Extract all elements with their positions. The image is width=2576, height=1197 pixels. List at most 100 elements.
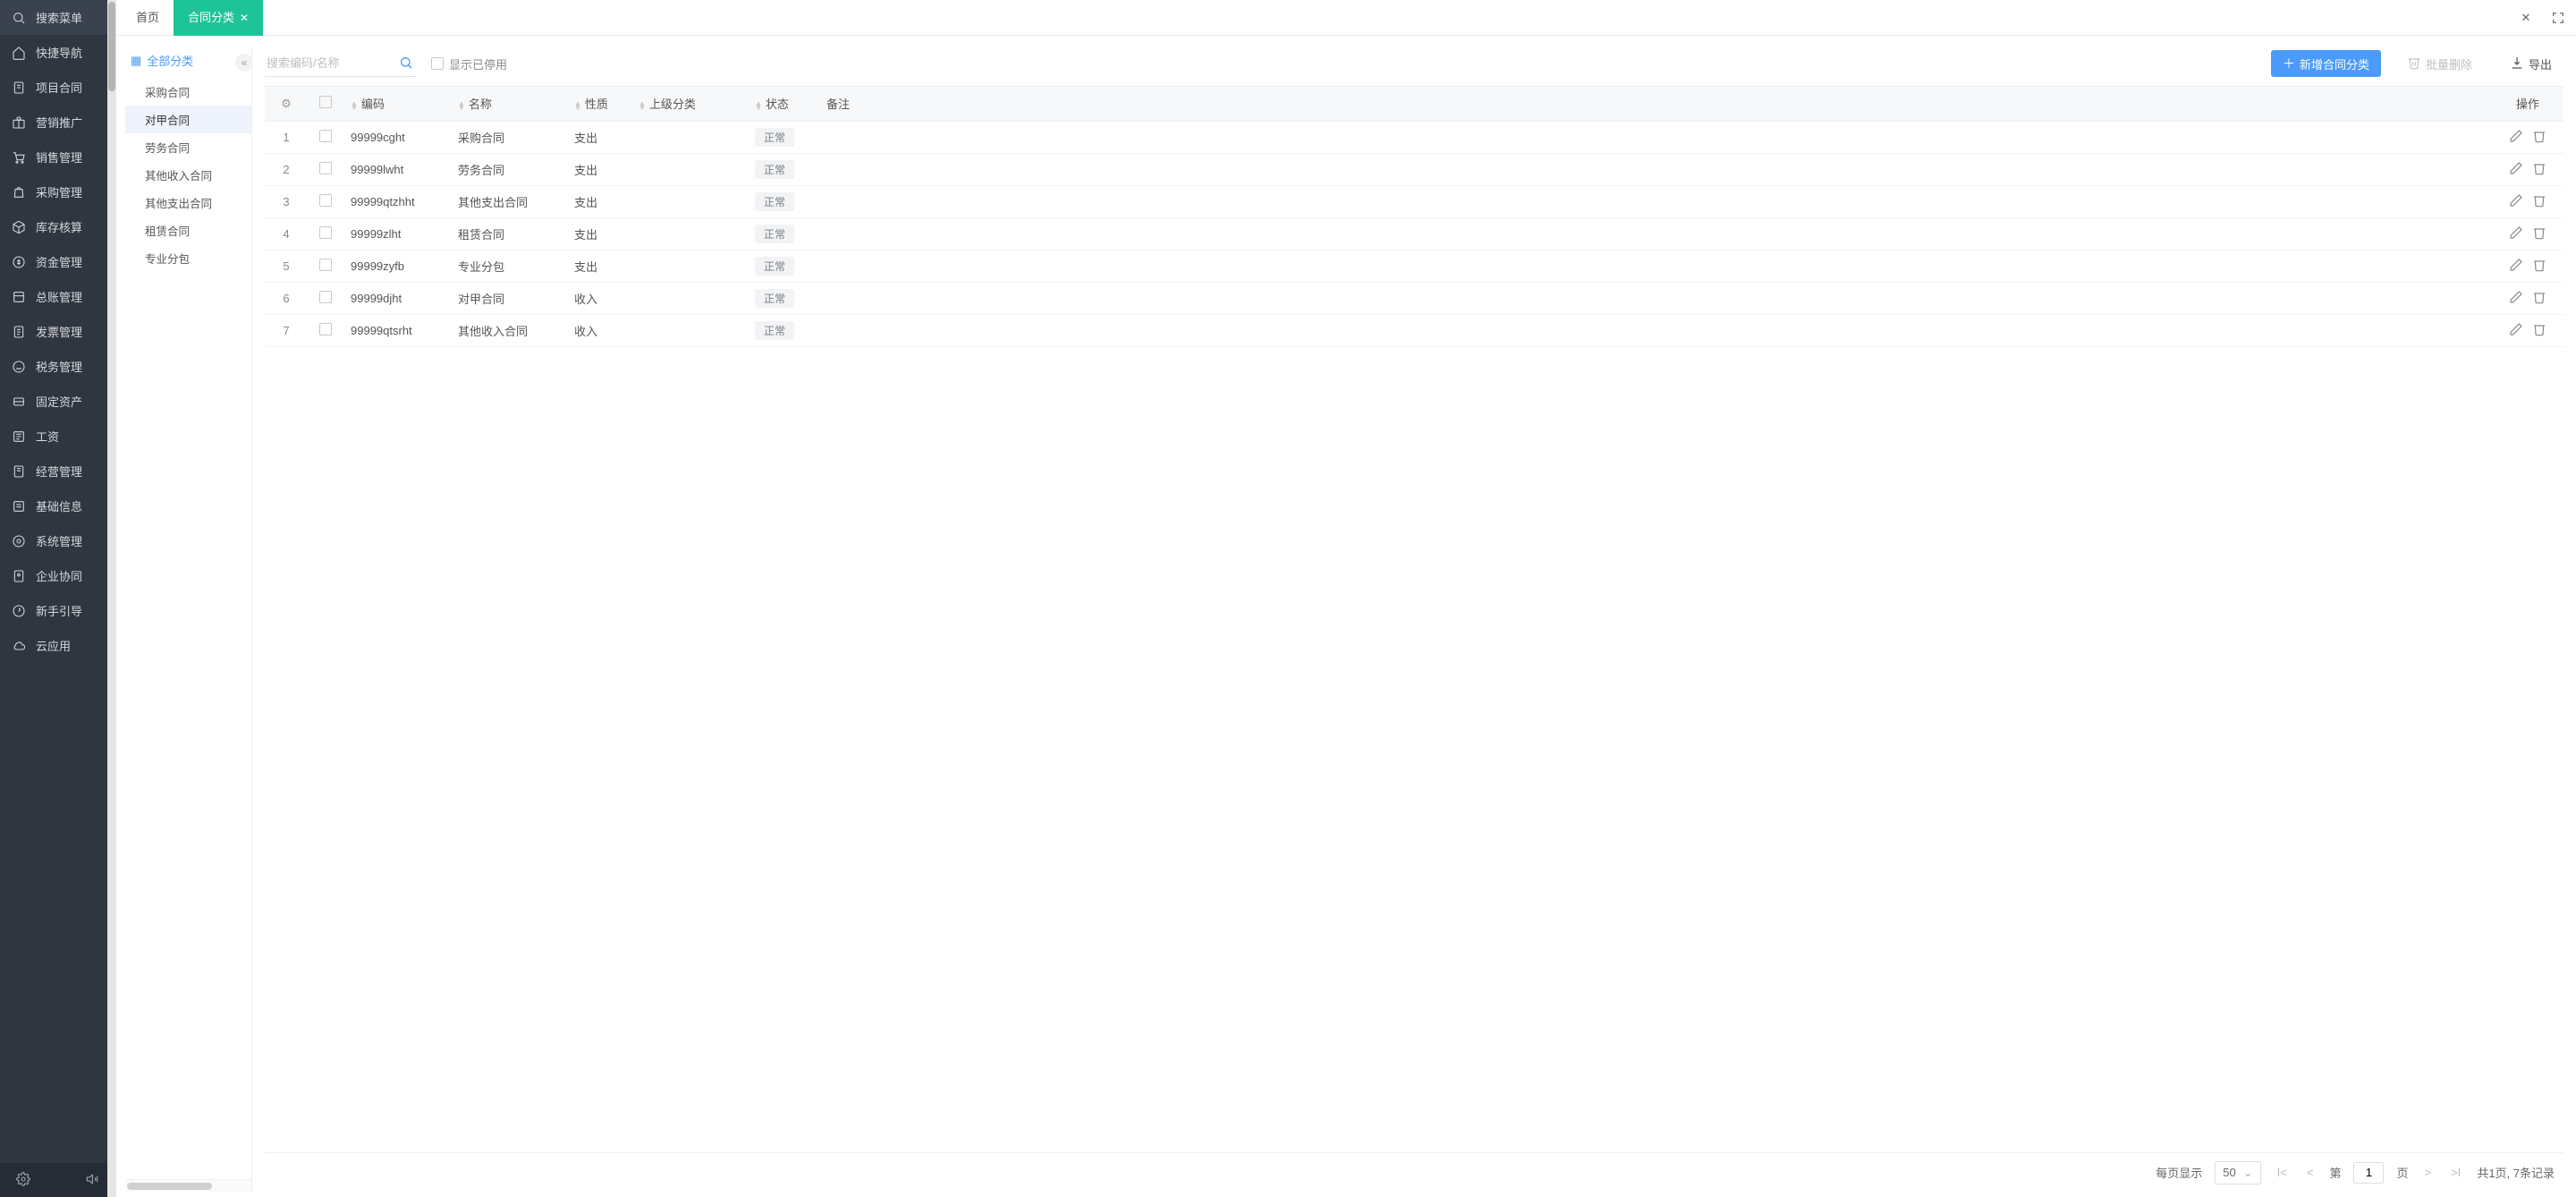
sound-icon[interactable] xyxy=(86,1172,100,1189)
sidebar-item-label: 云应用 xyxy=(36,637,71,654)
sidebar-item-info[interactable]: 基础信息 xyxy=(0,488,116,523)
table-wrap: ⚙ ▲▼编码 ▲▼名称 ▲▼性质 ▲▼上级分类 ▲▼状态 备注 操作 xyxy=(265,86,2563,1152)
sidebar-item-collab[interactable]: 企业协同 xyxy=(0,558,116,593)
cell-checkbox[interactable] xyxy=(308,282,343,314)
tab-close-button[interactable]: ✕ xyxy=(2513,5,2538,30)
cell-checkbox[interactable] xyxy=(308,250,343,282)
batch-delete-button[interactable]: 批量删除 xyxy=(2395,50,2484,77)
sidebar-item-search[interactable]: 搜索菜单 xyxy=(0,0,116,35)
sidebar-item-cart[interactable]: 销售管理 xyxy=(0,140,116,174)
next-page-button[interactable]: > xyxy=(2421,1166,2436,1179)
sidebar-item-salary[interactable]: 工资 xyxy=(0,419,116,454)
cell-checkbox[interactable] xyxy=(308,121,343,153)
checkbox-icon xyxy=(319,130,332,142)
edit-icon[interactable] xyxy=(2509,290,2523,307)
edit-icon[interactable] xyxy=(2509,129,2523,146)
sidebar-item-biz[interactable]: 经营管理 xyxy=(0,454,116,488)
close-icon[interactable]: ✕ xyxy=(240,0,249,36)
th-name[interactable]: ▲▼名称 xyxy=(451,87,567,121)
last-page-button[interactable]: >I xyxy=(2447,1166,2464,1179)
add-category-button[interactable]: ＋ 新增合同分类 xyxy=(2271,50,2381,77)
search-input[interactable] xyxy=(265,50,417,77)
collapse-tree-button[interactable]: « xyxy=(235,54,253,72)
sidebar-item-tax[interactable]: 税务管理 xyxy=(0,349,116,384)
tree-item[interactable]: 劳务合同 xyxy=(125,133,251,161)
sort-icon: ▲▼ xyxy=(351,101,358,110)
tree-item[interactable]: 其他收入合同 xyxy=(125,161,251,189)
sidebar-item-home[interactable]: 快捷导航 xyxy=(0,35,116,70)
th-code[interactable]: ▲▼编码 xyxy=(343,87,451,121)
tree-hscrollbar-thumb[interactable] xyxy=(127,1183,212,1190)
home-icon xyxy=(11,45,27,61)
delete-icon[interactable] xyxy=(2532,290,2546,307)
cell-checkbox[interactable] xyxy=(308,217,343,250)
pagination: 每页显示 50 ⌄ I< < 第 页 > >I 共1页, 7条记录 xyxy=(265,1152,2563,1192)
tab-contract-category[interactable]: 合同分类 ✕ xyxy=(174,0,263,36)
add-button-label: 新增合同分类 xyxy=(2300,55,2369,72)
first-page-button[interactable]: I< xyxy=(2274,1166,2291,1179)
page-input[interactable] xyxy=(2353,1162,2384,1184)
delete-icon[interactable] xyxy=(2532,161,2546,178)
sidebar-item-sys[interactable]: 系统管理 xyxy=(0,523,116,558)
th-nature-label: 性质 xyxy=(585,98,608,111)
sidebar-item-invoice[interactable]: 发票管理 xyxy=(0,314,116,349)
edit-icon[interactable] xyxy=(2509,161,2523,178)
fullscreen-icon[interactable] xyxy=(2546,5,2571,30)
sidebar-item-gift[interactable]: 营销推广 xyxy=(0,105,116,140)
per-page-select[interactable]: 50 ⌄ xyxy=(2215,1161,2260,1184)
sidebar-scrollbar[interactable] xyxy=(107,0,116,1197)
per-page-value: 50 xyxy=(2223,1166,2235,1179)
th-parent[interactable]: ▲▼上级分类 xyxy=(631,87,748,121)
tree-hscrollbar[interactable] xyxy=(125,1179,251,1192)
th-status[interactable]: ▲▼状态 xyxy=(748,87,819,121)
export-button[interactable]: 导出 xyxy=(2498,50,2563,77)
th-nature[interactable]: ▲▼性质 xyxy=(567,87,631,121)
cell-checkbox[interactable] xyxy=(308,314,343,346)
cell-nature: 收入 xyxy=(567,314,631,346)
show-disabled-checkbox[interactable]: 显示已停用 xyxy=(431,55,507,72)
cell-checkbox[interactable] xyxy=(308,153,343,185)
cell-remark xyxy=(819,153,2492,185)
list-icon: ▦ xyxy=(131,54,141,68)
sidebar-item-guide[interactable]: 新手引导 xyxy=(0,593,116,628)
edit-icon[interactable] xyxy=(2509,322,2523,339)
edit-icon[interactable] xyxy=(2509,193,2523,210)
search-icon[interactable] xyxy=(399,55,413,72)
sidebar-item-bag[interactable]: 采购管理 xyxy=(0,174,116,209)
tree-item[interactable]: 其他支出合同 xyxy=(125,189,251,216)
sort-icon: ▲▼ xyxy=(639,101,646,110)
sidebar-scrollbar-thumb[interactable] xyxy=(108,2,115,91)
tab-home[interactable]: 首页 xyxy=(122,0,174,36)
tree-item[interactable]: 对甲合同 xyxy=(125,106,251,133)
sys-icon xyxy=(11,533,27,549)
tree-item[interactable]: 采购合同 xyxy=(125,78,251,106)
tree-item[interactable]: 租赁合同 xyxy=(125,216,251,244)
content: ▦ 全部分类 « 采购合同对甲合同劳务合同其他收入合同其他支出合同租赁合同专业分… xyxy=(116,36,2576,1197)
delete-icon[interactable] xyxy=(2532,258,2546,275)
sidebar-item-box[interactable]: 库存核算 xyxy=(0,209,116,244)
sidebar-item-asset[interactable]: 固定资产 xyxy=(0,384,116,419)
checkbox-icon xyxy=(319,162,332,174)
tree-header[interactable]: ▦ 全部分类 xyxy=(125,47,251,78)
prev-page-button[interactable]: < xyxy=(2303,1166,2318,1179)
th-checkall[interactable] xyxy=(308,87,343,121)
th-name-label: 名称 xyxy=(469,98,492,111)
delete-icon[interactable] xyxy=(2532,322,2546,339)
sidebar-item-coin[interactable]: 资金管理 xyxy=(0,244,116,279)
edit-icon[interactable] xyxy=(2509,258,2523,275)
sidebar-item-cloud[interactable]: 云应用 xyxy=(0,628,116,663)
th-gear[interactable]: ⚙ xyxy=(265,87,308,121)
edit-icon[interactable] xyxy=(2509,225,2523,242)
sidebar-item-doc[interactable]: 项目合同 xyxy=(0,70,116,105)
gear-icon[interactable] xyxy=(16,1172,30,1189)
delete-icon[interactable] xyxy=(2532,193,2546,210)
delete-icon[interactable] xyxy=(2532,225,2546,242)
cell-index: 6 xyxy=(265,282,308,314)
cell-checkbox[interactable] xyxy=(308,185,343,217)
sidebar-scroll[interactable]: 搜索菜单快捷导航项目合同营销推广销售管理采购管理库存核算资金管理总账管理发票管理… xyxy=(0,0,116,1163)
delete-icon[interactable] xyxy=(2532,129,2546,146)
cell-status: 正常 xyxy=(748,250,819,282)
sidebar-item-ledger[interactable]: 总账管理 xyxy=(0,279,116,314)
tree-item[interactable]: 专业分包 xyxy=(125,244,251,272)
table-row: 399999qtzhht其他支出合同支出正常 xyxy=(265,185,2563,217)
